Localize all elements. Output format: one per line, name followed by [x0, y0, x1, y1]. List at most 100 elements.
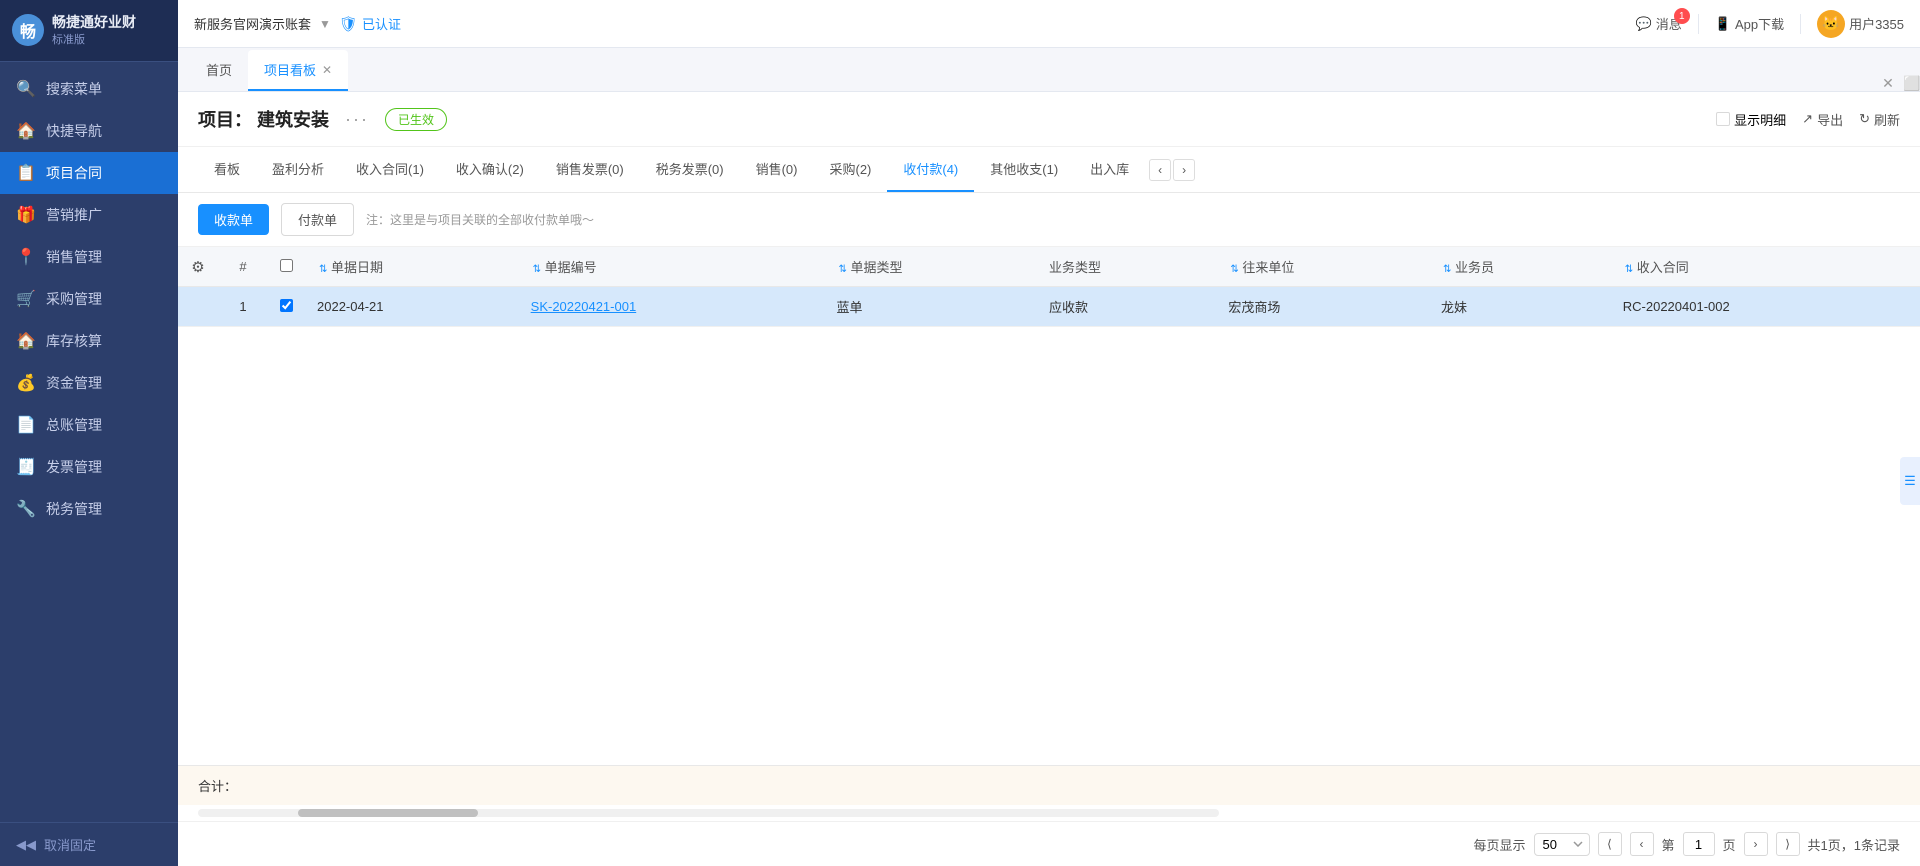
th-date[interactable]: ⇅ 单据日期: [305, 247, 519, 287]
side-panel-toggle[interactable]: ☰: [1900, 457, 1920, 505]
app-title: 畅捷通好业财: [52, 14, 136, 31]
row-checkbox[interactable]: [280, 299, 293, 312]
tab-project-board[interactable]: 项目看板 ✕: [248, 50, 348, 91]
sidebar-item-label: 资金管理: [46, 373, 102, 393]
cell-checkbox[interactable]: [268, 287, 305, 327]
next-page-button[interactable]: ›: [1744, 832, 1768, 856]
sidebar-item-label: 税务管理: [46, 499, 102, 519]
gear-icon[interactable]: ⚙: [191, 259, 204, 276]
subtab-other-expense[interactable]: 其他收支(1): [974, 147, 1074, 192]
th-salesperson[interactable]: ⇅ 业务员: [1429, 247, 1611, 287]
message-button[interactable]: 💬 消息 1: [1636, 14, 1682, 33]
prev-page-button[interactable]: ‹: [1630, 832, 1654, 856]
tab-home[interactable]: 首页: [190, 50, 248, 91]
sidebar-item-finance[interactable]: 💰 资金管理: [0, 362, 178, 404]
sidebar-item-sales[interactable]: 📍销售管理: [0, 236, 178, 278]
sidebar-item-label: 搜索菜单: [46, 79, 102, 99]
shield-icon: 🛡: [339, 15, 358, 33]
table-wrap: ⚙ # ⇅ 单据日期 ⇅ 单据编号 ⇅ 单据类型 业务类型 ⇅ 往来单位 ⇅ 业…: [178, 247, 1920, 765]
sidebar-icon-finance: 💰: [16, 373, 36, 393]
sidebar-unpin[interactable]: ◀◀ 取消固定: [0, 822, 178, 866]
refresh-icon: ↻: [1859, 111, 1870, 127]
scrollbar-thumb[interactable]: [298, 809, 478, 817]
avatar: 🐱: [1817, 10, 1845, 38]
first-page-button[interactable]: ⟨: [1598, 832, 1622, 856]
export-button[interactable]: ↗ 导出: [1802, 110, 1843, 129]
subtab-income-confirm[interactable]: 收入确认(2): [440, 147, 540, 192]
subtab-inout[interactable]: 出入库: [1074, 147, 1145, 192]
th-gear[interactable]: ⚙: [178, 247, 218, 287]
subtab-kanban[interactable]: 看板: [198, 147, 256, 192]
sidebar-item-invoice[interactable]: 🧾发票管理: [0, 446, 178, 488]
message-count: 1: [1674, 8, 1690, 24]
sidebar-icon-purchase: 🛒: [16, 289, 36, 309]
page-label: 第: [1662, 835, 1675, 854]
sidebar-item-purchase[interactable]: 🛒 采购管理: [0, 278, 178, 320]
subtab-income-contract[interactable]: 收入合同(1): [340, 147, 440, 192]
subtabs-prev-button[interactable]: ‹: [1149, 159, 1171, 181]
topbar-divider-1: [1698, 14, 1699, 34]
sidebar-item-marketing[interactable]: 🎁营销推广: [0, 194, 178, 236]
th-partner[interactable]: ⇅ 往来单位: [1216, 247, 1429, 287]
topbar: 新服务官网演示账套 ▼ 🛡 已认证 💬 消息 1 📱 App下载 🐱 用户335…: [178, 0, 1920, 48]
subtab-purchase[interactable]: 采购(2): [813, 147, 887, 192]
table-header: ⚙ # ⇅ 单据日期 ⇅ 单据编号 ⇅ 单据类型 业务类型 ⇅ 往来单位 ⇅ 业…: [178, 247, 1920, 287]
cell-biz-type: 应收款: [1037, 287, 1216, 327]
table-row: 1 2022-04-21 SK-20220421-001 蓝单 应收款 宏茂商场…: [178, 287, 1920, 327]
total-label: 合计：: [198, 776, 237, 795]
project-header-right: 显示明细 ↗ 导出 ↻ 刷新: [1716, 110, 1900, 129]
th-type[interactable]: ⇅ 单据类型: [824, 247, 1037, 287]
app-download-button[interactable]: 📱 App下载: [1715, 14, 1784, 33]
project-more-button[interactable]: ···: [345, 109, 369, 130]
show-detail-checkbox[interactable]: 显示明细: [1716, 110, 1786, 129]
close-window-button[interactable]: ✕: [1880, 75, 1896, 91]
account-dropdown-icon[interactable]: ▼: [319, 17, 331, 31]
sidebar-item-label: 项目合同: [46, 163, 102, 183]
subtab-sales-invoice[interactable]: 销售发票(0): [540, 147, 640, 192]
th-code[interactable]: ⇅ 单据编号: [519, 247, 825, 287]
sidebar-item-ledger[interactable]: 📄总账管理: [0, 404, 178, 446]
sidebar-footer-label: 取消固定: [44, 835, 96, 854]
unpin-icon: ◀◀: [16, 837, 36, 853]
tab-close-icon[interactable]: ✕: [322, 63, 332, 77]
subtab-tax-invoice[interactable]: 税务发票(0): [640, 147, 740, 192]
th-biz-type: 业务类型: [1037, 247, 1216, 287]
receipt-bill-tab-button[interactable]: 收款单: [198, 204, 269, 235]
page-input[interactable]: [1683, 832, 1715, 856]
select-all-checkbox[interactable]: [280, 259, 293, 272]
payment-bill-tab-button[interactable]: 付款单: [281, 203, 354, 236]
sidebar-icon-contract: 📋: [16, 163, 36, 183]
tab-home-label: 首页: [206, 60, 232, 79]
user-menu[interactable]: 🐱 用户3355: [1817, 10, 1904, 38]
side-panel-icon: ☰: [1904, 473, 1916, 489]
last-page-button[interactable]: ⟩: [1776, 832, 1800, 856]
sidebar-item-contract[interactable]: 📋 项目合同: [0, 152, 178, 194]
subtab-profit[interactable]: 盈利分析: [256, 147, 340, 192]
sidebar-item-label: 快捷导航: [46, 121, 102, 141]
sidebar-icon-marketing: 🎁: [16, 205, 36, 225]
sidebar-item-tax[interactable]: 🔧税务管理: [0, 488, 178, 530]
sidebar-icon-sales: 📍: [16, 247, 36, 267]
subtabs-next-button[interactable]: ›: [1173, 159, 1195, 181]
sidebar-item-inventory[interactable]: 🏠库存核算: [0, 320, 178, 362]
cell-income-contract: RC-20220401-002: [1611, 287, 1920, 327]
user-label: 用户3355: [1849, 14, 1904, 33]
horizontal-scrollbar[interactable]: [198, 809, 1219, 817]
th-income-contract[interactable]: ⇅ 收入合同: [1611, 247, 1920, 287]
subtab-receipt[interactable]: 收付款(4): [887, 147, 974, 192]
sidebar-item-search[interactable]: 🔍搜索菜单: [0, 68, 178, 110]
topbar-right: 💬 消息 1 📱 App下载 🐱 用户3355: [1636, 10, 1904, 38]
cell-date: 2022-04-21: [305, 287, 519, 327]
per-page-select[interactable]: 50 100 200: [1534, 833, 1590, 856]
maximize-window-button[interactable]: ⬜: [1904, 75, 1920, 91]
topbar-left: 新服务官网演示账套 ▼ 🛡 已认证: [194, 14, 1620, 33]
cell-code[interactable]: SK-20220421-001: [519, 287, 825, 327]
refresh-button[interactable]: ↻ 刷新: [1859, 110, 1900, 129]
bill-code-link[interactable]: SK-20220421-001: [531, 299, 637, 314]
sidebar-item-quicknav[interactable]: 🏠快捷导航: [0, 110, 178, 152]
subtab-sales[interactable]: 销售(0): [740, 147, 814, 192]
data-table: ⚙ # ⇅ 单据日期 ⇅ 单据编号 ⇅ 单据类型 业务类型 ⇅ 往来单位 ⇅ 业…: [178, 247, 1920, 327]
cell-gear: [178, 287, 218, 327]
sidebar-item-label: 采购管理: [46, 289, 102, 309]
sidebar-item-label: 库存核算: [46, 331, 102, 351]
